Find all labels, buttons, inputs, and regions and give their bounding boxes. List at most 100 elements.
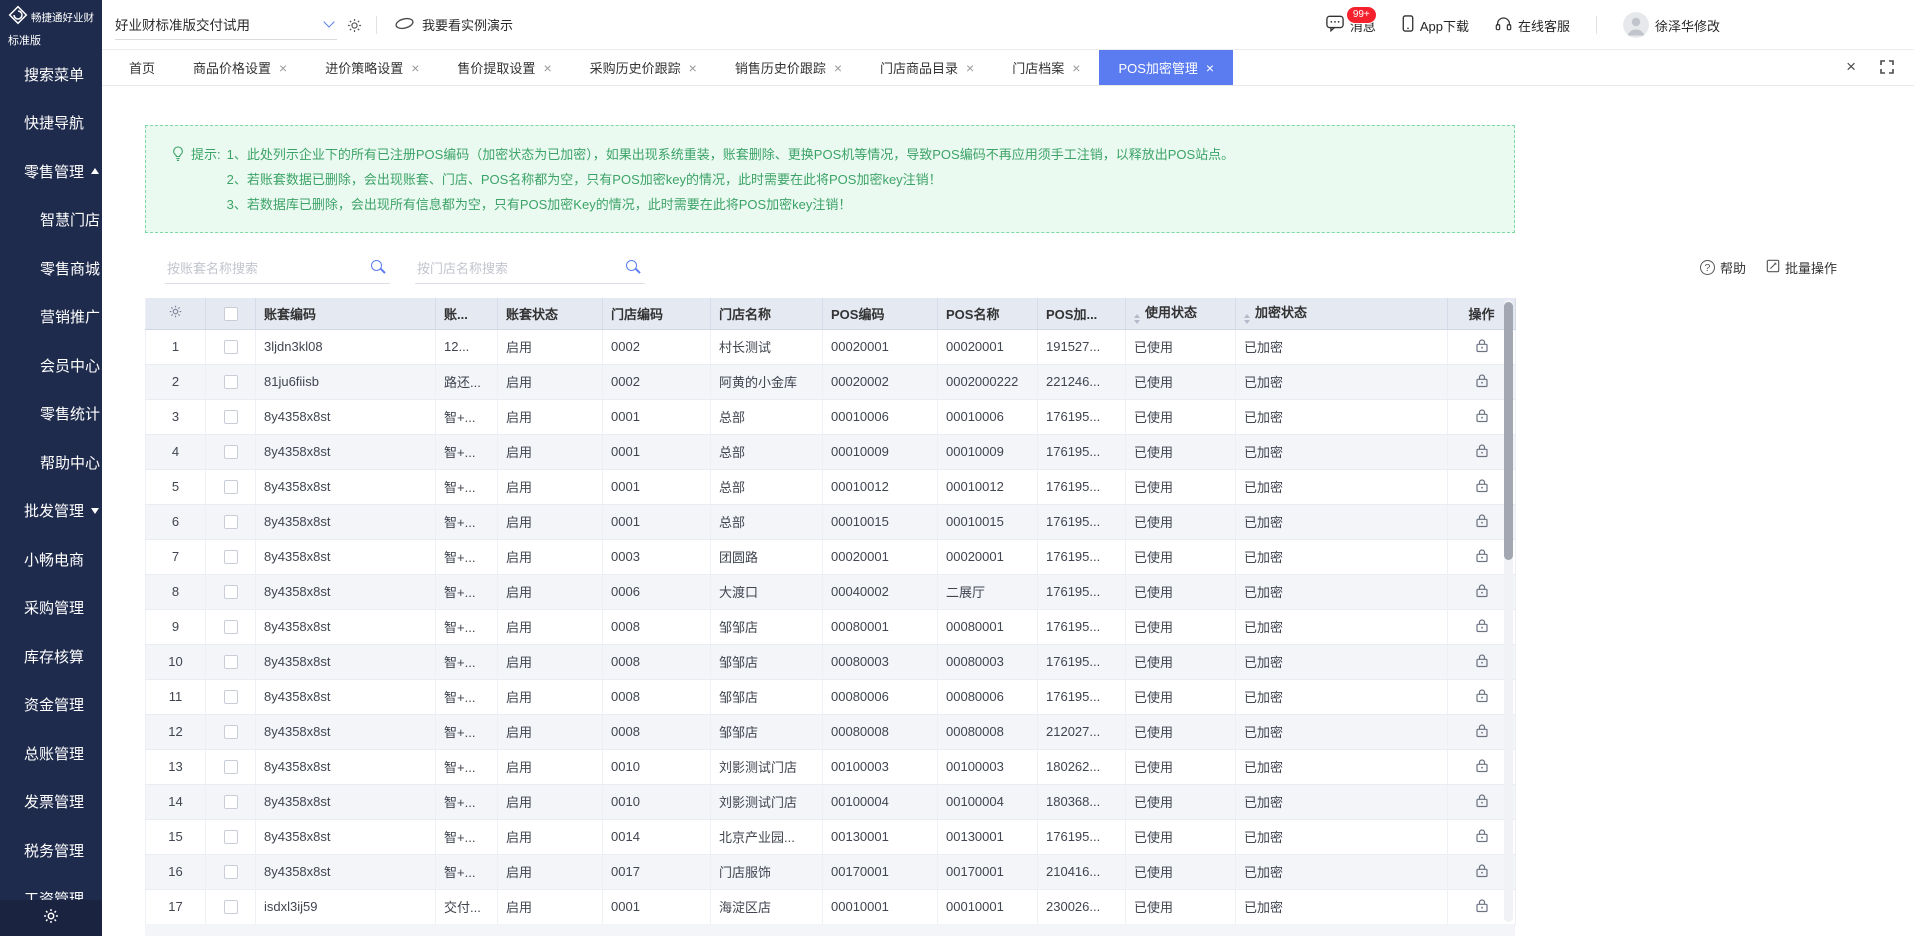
lock-icon[interactable] [1475,548,1489,566]
row-checkbox[interactable] [223,445,238,460]
lock-icon[interactable] [1475,618,1489,636]
sidebar-item-零售统计[interactable]: 零售统计 [0,390,102,439]
row-checkbox[interactable] [223,620,238,635]
row-checkbox[interactable] [223,410,238,425]
messages-button[interactable]: 消息 99+ [1326,6,1377,35]
sidebar-item-营销推广[interactable]: 营销推广 [0,293,102,342]
tab-进价策略设置[interactable]: 进价策略设置 × [306,50,438,85]
store-search-input[interactable] [415,254,645,284]
sidebar-item-资金管理[interactable]: 资金管理 [0,681,102,730]
tab-销售历史价跟踪[interactable]: 销售历史价跟踪 × [716,50,861,85]
tab-close-icon[interactable]: × [1206,61,1214,75]
row-checkbox[interactable] [223,865,238,880]
tab-close-icon[interactable]: × [689,61,697,75]
sidebar-item-库存核算[interactable]: 库存核算 [0,632,102,681]
row-checkbox[interactable] [223,340,238,355]
tab-close-icon[interactable]: × [411,61,419,75]
search-icon[interactable] [371,260,382,271]
sidebar-item-帮助中心[interactable]: 帮助中心 [0,438,102,487]
online-service-button[interactable]: 在线客服 [1495,15,1570,35]
tab-采购历史价跟踪[interactable]: 采购历史价跟踪 × [571,50,716,85]
sidebar-item-税务管理[interactable]: 税务管理 [0,826,102,875]
sidebar-item-小畅电商[interactable]: 小畅电商 [0,535,102,584]
lock-icon[interactable] [1475,863,1489,881]
sidebar-item-智慧门店[interactable]: 智慧门店 [0,196,102,245]
table-scrollbar[interactable] [1504,300,1513,922]
sidebar-item-搜索菜单[interactable]: 搜索菜单 [0,50,102,99]
lock-icon[interactable] [1475,758,1489,776]
sidebar-item-快捷导航[interactable]: 快捷导航 [0,99,102,148]
lock-icon[interactable] [1475,338,1489,356]
store-code-cell: 0002 [602,329,711,365]
close-icon[interactable]: × [1846,58,1856,75]
lock-icon[interactable] [1475,828,1489,846]
lock-icon[interactable] [1475,513,1489,531]
sort-icon[interactable] [1244,314,1250,325]
sidebar-item-采购管理[interactable]: 采购管理 [0,584,102,633]
scrollbar-thumb[interactable] [1504,302,1513,560]
column-settings-gear-icon[interactable] [145,298,206,330]
demo-link[interactable]: 我要看实例演示 [394,15,513,34]
account-set-dropdown[interactable]: 好业财标准版交付试用 [115,9,337,40]
row-checkbox[interactable] [223,795,238,810]
row-checkbox[interactable] [223,760,238,775]
lock-icon[interactable] [1475,688,1489,706]
account-name-cell: 智+... [435,819,498,855]
lock-icon[interactable] [1475,408,1489,426]
batch-operation-button[interactable]: 批量操作 [1766,258,1837,277]
table-row: 16 8y4358x8st 智+... 启用 0017 门店服饰 00170001 00170… [145,854,1516,890]
tab-售价提取设置[interactable]: 售价提取设置 × [438,50,570,85]
sort-icon[interactable] [1134,314,1140,325]
tab-门店档案[interactable]: 门店档案 × [993,50,1099,85]
row-checkbox[interactable] [223,690,238,705]
tab-首页[interactable]: 首页 [110,50,174,85]
app-download-button[interactable]: App下载 [1402,15,1469,35]
fullscreen-icon[interactable] [1880,60,1894,79]
lock-icon[interactable] [1475,898,1489,916]
settings-gear-icon[interactable] [346,17,363,39]
table-row: 13 8y4358x8st 智+... 启用 0010 刘影测试门店 00100003 001… [145,749,1516,785]
tab-close-icon[interactable]: × [279,61,287,75]
row-checkbox[interactable] [223,585,238,600]
search-icon[interactable] [626,260,637,271]
tab-close-icon[interactable]: × [543,61,551,75]
sidebar-item-会员中心[interactable]: 会员中心 [0,341,102,390]
user-menu[interactable]: 徐泽华修改 [1622,12,1720,38]
lock-icon[interactable] [1475,723,1489,741]
lock-icon[interactable] [1475,478,1489,496]
brand-logo[interactable]: 畅捷通好业财 标准版 [0,0,102,50]
notice-banner: 提示: 1、此处列示企业下的所有已注册POS编码（加密状态为已加密），如果出现系… [145,125,1515,233]
row-checkbox[interactable] [223,900,238,915]
lock-icon[interactable] [1475,793,1489,811]
sidebar-item-零售管理[interactable]: 零售管理 [0,147,102,196]
tab-商品价格设置[interactable]: 商品价格设置 × [174,50,306,85]
tab-门店商品目录[interactable]: 门店商品目录 × [861,50,993,85]
tab-close-icon[interactable]: × [966,61,974,75]
lock-icon[interactable] [1475,583,1489,601]
sidebar-footer-settings[interactable] [0,900,102,936]
lock-icon[interactable] [1475,373,1489,391]
help-button[interactable]: ? 帮助 [1699,258,1746,277]
row-number: 14 [145,784,206,820]
account-search-input[interactable] [165,254,390,284]
account-status-cell: 启用 [497,609,603,645]
sidebar-item-总账管理[interactable]: 总账管理 [0,729,102,778]
tab-POS加密管理[interactable]: POS加密管理 × [1099,50,1234,85]
row-checkbox[interactable] [223,480,238,495]
use-status-cell: 已使用 [1125,609,1236,645]
select-all-checkbox[interactable] [223,307,238,322]
row-checkbox[interactable] [223,655,238,670]
sidebar-item-发票管理[interactable]: 发票管理 [0,778,102,827]
sidebar-item-零售商城[interactable]: 零售商城 [0,244,102,293]
pos-key-cell: 180368... [1037,784,1126,820]
sidebar-item-批发管理[interactable]: 批发管理 [0,487,102,536]
lock-icon[interactable] [1475,653,1489,671]
tab-close-icon[interactable]: × [1072,61,1080,75]
row-checkbox[interactable] [223,830,238,845]
row-checkbox[interactable] [223,515,238,530]
row-checkbox[interactable] [223,375,238,390]
tab-close-icon[interactable]: × [834,61,842,75]
row-checkbox[interactable] [223,725,238,740]
lock-icon[interactable] [1475,443,1489,461]
row-checkbox[interactable] [223,550,238,565]
